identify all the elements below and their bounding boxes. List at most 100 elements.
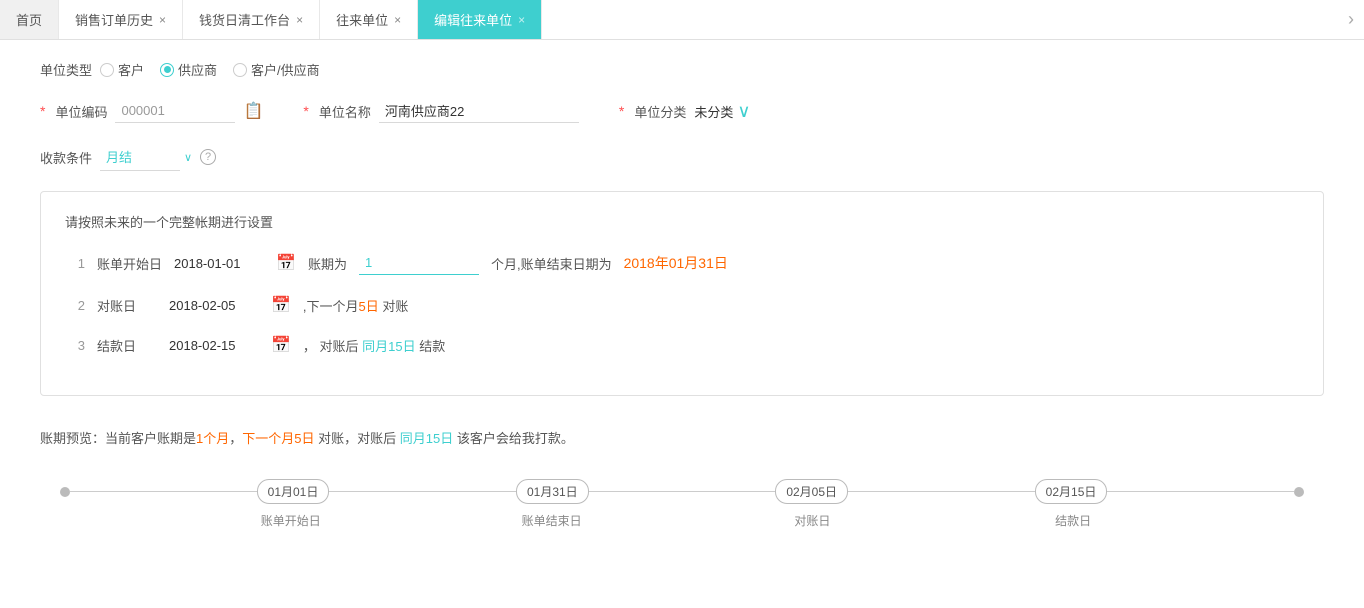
unit-type-group: 单位类型 客户 供应商 客户/供应商 [40,60,320,79]
timeline-node-1: 01月01日 [257,479,330,504]
node4-pill: 02月15日 [1035,479,1108,504]
tab-cash-flow-close[interactable]: × [296,13,303,27]
help-icon[interactable]: ? [200,149,216,165]
code-label: 单位编码 [55,102,107,121]
period-input[interactable] [359,251,479,275]
timeline-segment-5 [1107,491,1294,493]
name-label: 单位名称 [319,102,371,121]
node1-label: 账单开始日 [261,512,321,529]
timeline-segment-2 [329,491,516,493]
tab-cash-flow[interactable]: 钱货日清工作台 × [183,0,320,39]
node3-label: 对账日 [794,512,830,529]
name-required: * [303,103,308,119]
row3-number: 3 [65,338,85,353]
node3-label-wrap: 对账日 [772,512,852,529]
timeline-node-3: 02月05日 [775,479,848,504]
node1-pill: 01月01日 [257,479,330,504]
category-value: 未分类 [694,102,733,121]
row2-number: 2 [65,298,85,313]
radio-group: 客户 供应商 客户/供应商 [100,60,320,79]
preview-section: 账期预览：当前客户账期是1个月，下一个月5日 对账，对账后 同月15日 该客户会… [40,416,1324,459]
tab-partner-list[interactable]: 往来单位 × [320,0,418,39]
tab-home[interactable]: 首页 [0,0,59,39]
setting-row-3: 3 结款日 2018-02-15 📅 ， 对账后 同月15日 结款 [65,335,1299,355]
tab-sales-order-label: 销售订单历史 [75,10,153,29]
payment-terms-value: 月结 [100,143,180,171]
node4-label-wrap: 结款日 [1033,512,1113,529]
payment-terms-chevron-icon: ∨ [184,151,192,164]
row1-label: 账单开始日 [97,254,162,273]
category-required: * [619,103,624,119]
category-select[interactable]: 未分类 ∨ [694,101,750,122]
timeline-start-dot [60,487,70,497]
radio-both-circle [233,63,247,77]
row3-label: 结款日 [97,336,157,355]
radio-supplier-label: 供应商 [178,60,217,79]
preview-prefix: 账期预览：当前客户账期是 [40,431,196,446]
row3-date: 2018-02-15 [169,338,259,353]
payment-terms-group: 收款条件 月结 ∨ ? [40,143,216,171]
preview-middle1: ， [229,431,242,446]
payment-terms-row: 收款条件 月结 ∨ ? [40,143,1324,171]
timeline-segment-4 [848,491,1035,493]
arrow-right-icon: › [1348,9,1354,30]
preview-suffix: 该客户会给我打款。 [453,431,574,446]
timeline-end-dot [1294,487,1304,497]
node1-label-wrap: 账单开始日 [251,512,331,529]
category-label: 单位分类 [634,102,686,121]
row2-calendar-icon[interactable]: 📅 [271,295,291,315]
row3-calendar-icon[interactable]: 📅 [271,335,291,355]
radio-customer-circle [100,63,114,77]
setting-row-2: 2 对账日 2018-02-05 📅 ,下一个月5日 对账 [65,295,1299,315]
preview-middle2: 对账，对账后 [315,431,400,446]
tab-sales-order-close[interactable]: × [159,13,166,27]
tab-edit-partner-label: 编辑往来单位 [434,10,512,29]
row2-date: 2018-02-05 [169,298,259,313]
timeline-node-2: 01月31日 [516,479,589,504]
tab-arrow[interactable]: › [1338,0,1364,39]
timeline: 01月01日 01月31日 02月05日 02月15日 [40,479,1324,529]
name-input[interactable] [379,99,579,123]
row2-suffix: ,下一个月5日 对账 [303,296,408,315]
row2-label: 对账日 [97,296,157,315]
settings-panel: 请按照未来的一个完整帐期进行设置 1 账单开始日 2018-01-01 📅 账期… [40,191,1324,396]
radio-customer-label: 客户 [118,60,144,79]
tab-edit-partner[interactable]: 编辑往来单位 × [418,0,542,39]
setting-row-1: 1 账单开始日 2018-01-01 📅 账期为 个月,账单结束日期为 2018… [65,251,1299,275]
radio-supplier-circle [160,63,174,77]
row1-end-date: 2018年01月31日 [624,253,728,273]
radio-both[interactable]: 客户/供应商 [233,60,320,79]
row1-calendar-icon[interactable]: 📅 [276,253,296,273]
timeline-segment-1 [70,491,257,493]
tab-cash-flow-label: 钱货日清工作台 [199,10,290,29]
timeline-node-4: 02月15日 [1035,479,1108,504]
payment-terms-select[interactable]: 月结 ∨ [100,143,192,171]
category-group: * 单位分类 未分类 ∨ [619,101,751,122]
preview-span1: 1个月 [196,431,229,446]
row1-date: 2018-01-01 [174,256,264,271]
radio-customer[interactable]: 客户 [100,60,144,79]
code-required: * [40,103,45,119]
timeline-segment-3 [589,491,776,493]
radio-supplier[interactable]: 供应商 [160,60,217,79]
row3-suffix: ， 对账后 同月15日 结款 [303,336,445,355]
tab-bar: 首页 销售订单历史 × 钱货日清工作台 × 往来单位 × 编辑往来单位 × › [0,0,1364,40]
unit-type-label: 单位类型 [40,60,92,79]
radio-both-label: 客户/供应商 [251,60,320,79]
code-group: * 单位编码 📋 [40,99,263,123]
row1-number: 1 [65,256,85,271]
preview-span3: 同月15日 [400,431,453,446]
tab-partner-list-label: 往来单位 [336,10,388,29]
node2-label-wrap: 账单结束日 [512,512,592,529]
node2-pill: 01月31日 [516,479,589,504]
code-input[interactable] [115,99,235,123]
category-chevron-icon: ∨ [737,101,750,122]
tab-edit-partner-close[interactable]: × [518,13,525,27]
main-content: 单位类型 客户 供应商 客户/供应商 * 单位编码 [0,40,1364,608]
code-copy-icon[interactable]: 📋 [243,101,263,121]
tab-partner-list-close[interactable]: × [394,13,401,27]
tab-sales-order[interactable]: 销售订单历史 × [59,0,183,39]
name-group: * 单位名称 [303,99,578,123]
node2-label: 账单结束日 [522,512,582,529]
preview-span2: 下一个月5日 [242,431,314,446]
